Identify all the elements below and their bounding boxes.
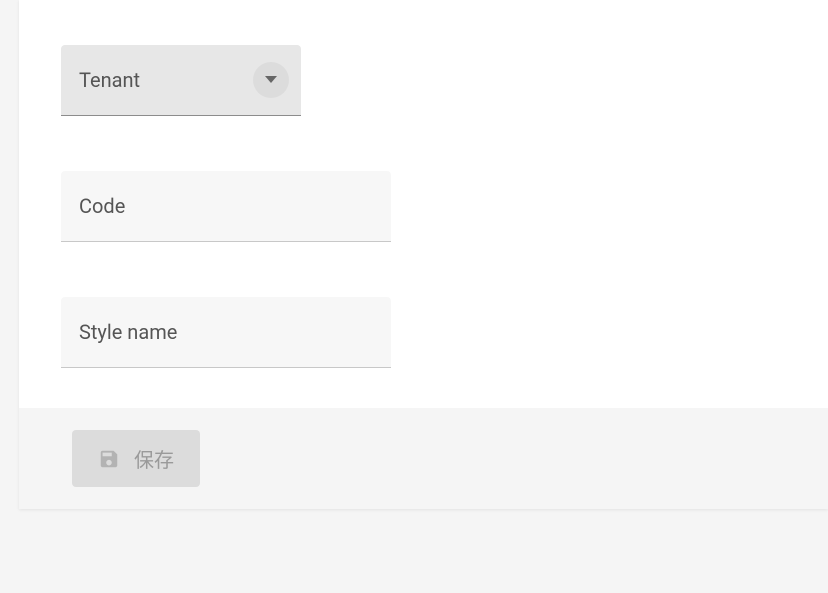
- form-card: Tenant Code Style name 保存: [19, 0, 828, 509]
- dropdown-toggle[interactable]: [253, 62, 289, 98]
- save-button-label: 保存: [134, 444, 174, 473]
- save-icon: [98, 448, 120, 470]
- code-input-label: Code: [79, 194, 125, 218]
- save-button[interactable]: 保存: [72, 430, 200, 487]
- form-footer: 保存: [19, 408, 828, 509]
- chevron-down-icon: [264, 75, 278, 85]
- tenant-select[interactable]: Tenant: [61, 45, 301, 116]
- code-input[interactable]: Code: [61, 171, 391, 242]
- style-name-input-label: Style name: [79, 320, 177, 344]
- form-area: Tenant Code Style name: [19, 0, 828, 408]
- style-name-input[interactable]: Style name: [61, 297, 391, 368]
- tenant-select-label: Tenant: [79, 68, 140, 92]
